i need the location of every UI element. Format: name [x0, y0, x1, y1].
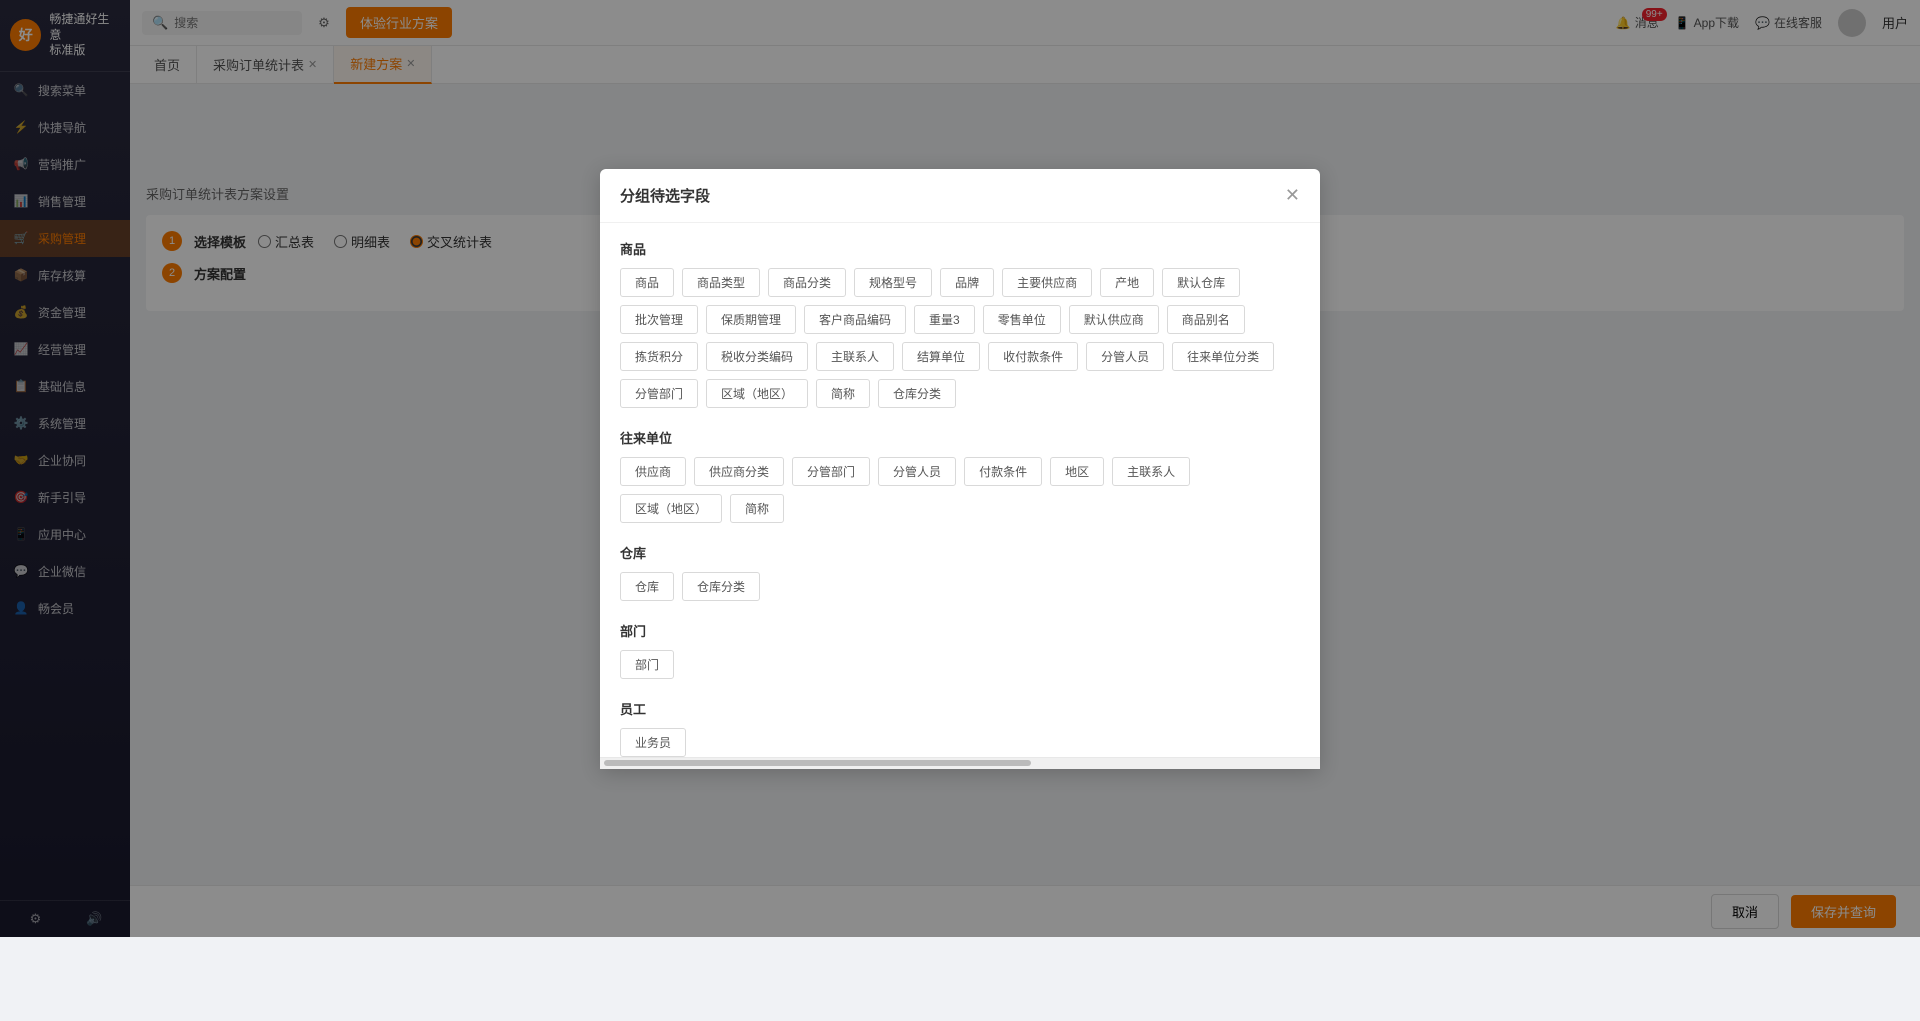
field-tag-分管人员[interactable]: 分管人员	[878, 457, 956, 486]
field-tag-业务员[interactable]: 业务员	[620, 728, 686, 757]
field-section-warehouse: 仓库仓库仓库分类	[620, 543, 1300, 601]
field-tag-分管人员[interactable]: 分管人员	[1086, 342, 1164, 371]
field-tag-往来单位分类[interactable]: 往来单位分类	[1172, 342, 1274, 371]
modal-header: 分组待选字段 ✕	[600, 169, 1320, 223]
field-tag-品牌[interactable]: 品牌	[940, 268, 994, 297]
field-tag-主联系人[interactable]: 主联系人	[1112, 457, 1190, 486]
field-tag-商品类型[interactable]: 商品类型	[682, 268, 760, 297]
field-tag-付款条件[interactable]: 付款条件	[964, 457, 1042, 486]
field-tag-简称[interactable]: 简称	[730, 494, 784, 523]
field-tags-warehouse: 仓库仓库分类	[620, 572, 1300, 601]
field-section-department: 部门部门	[620, 621, 1300, 679]
section-title-warehouse: 仓库	[620, 543, 1300, 562]
field-tag-默认仓库[interactable]: 默认仓库	[1162, 268, 1240, 297]
field-tag-供应商分类[interactable]: 供应商分类	[694, 457, 784, 486]
field-tags-partner: 供应商供应商分类分管部门分管人员付款条件地区主联系人区域（地区） 简称	[620, 457, 1300, 523]
field-tag-结算单位[interactable]: 结算单位	[902, 342, 980, 371]
field-tag-区域（地区）[interactable]: 区域（地区）	[620, 494, 722, 523]
modal-field-select: 分组待选字段 ✕ 商品商品商品类型商品分类规格型号品牌主要供应商产地默认仓库批次…	[600, 169, 1320, 769]
field-tag-主要供应商[interactable]: 主要供应商	[1002, 268, 1092, 297]
field-tag-部门[interactable]: 部门	[620, 650, 674, 679]
modal-title: 分组待选字段	[620, 185, 710, 206]
field-tag-保质期管理[interactable]: 保质期管理	[706, 305, 796, 334]
hscroll-thumb	[604, 760, 1031, 766]
field-tag-收付款条件[interactable]: 收付款条件	[988, 342, 1078, 371]
field-tag-仓库分类[interactable]: 仓库分类	[682, 572, 760, 601]
field-tags-employee: 业务员	[620, 728, 1300, 757]
field-tag-仓库分类[interactable]: 仓库分类	[878, 379, 956, 408]
field-tag-简称[interactable]: 简称	[816, 379, 870, 408]
field-tag-批次管理[interactable]: 批次管理	[620, 305, 698, 334]
field-tag-拣货积分[interactable]: 拣货积分	[620, 342, 698, 371]
field-tag-重量3[interactable]: 重量3	[914, 305, 975, 334]
field-tag-客户商品编码[interactable]: 客户商品编码	[804, 305, 906, 334]
field-tag-主联系人[interactable]: 主联系人	[816, 342, 894, 371]
field-section-goods: 商品商品商品类型商品分类规格型号品牌主要供应商产地默认仓库批次管理保质期管理客户…	[620, 239, 1300, 408]
field-section-employee: 员工业务员	[620, 699, 1300, 757]
field-tag-供应商[interactable]: 供应商	[620, 457, 686, 486]
field-tags-goods: 商品商品类型商品分类规格型号品牌主要供应商产地默认仓库批次管理保质期管理客户商品…	[620, 268, 1300, 408]
section-title-employee: 员工	[620, 699, 1300, 718]
field-section-partner: 往来单位供应商供应商分类分管部门分管人员付款条件地区主联系人区域（地区） 简称	[620, 428, 1300, 523]
field-tag-产地[interactable]: 产地	[1100, 268, 1154, 297]
section-title-goods: 商品	[620, 239, 1300, 258]
field-tag-默认供应商[interactable]: 默认供应商	[1069, 305, 1159, 334]
modal-body: 商品商品商品类型商品分类规格型号品牌主要供应商产地默认仓库批次管理保质期管理客户…	[600, 223, 1320, 757]
field-tag-税收分类编码[interactable]: 税收分类编码	[706, 342, 808, 371]
field-tag-地区[interactable]: 地区	[1050, 457, 1104, 486]
field-tag-区域（地区）[interactable]: 区域（地区）	[706, 379, 808, 408]
section-title-partner: 往来单位	[620, 428, 1300, 447]
field-tag-分管部门[interactable]: 分管部门	[792, 457, 870, 486]
field-tag-仓库[interactable]: 仓库	[620, 572, 674, 601]
modal-close-icon[interactable]: ✕	[1285, 185, 1300, 206]
section-title-department: 部门	[620, 621, 1300, 640]
field-tag-商品[interactable]: 商品	[620, 268, 674, 297]
field-tags-department: 部门	[620, 650, 1300, 679]
field-tag-分管部门[interactable]: 分管部门	[620, 379, 698, 408]
field-tag-规格型号[interactable]: 规格型号	[854, 268, 932, 297]
field-tag-商品分类[interactable]: 商品分类	[768, 268, 846, 297]
modal-hscroll	[600, 757, 1320, 769]
field-tag-零售单位[interactable]: 零售单位	[983, 305, 1061, 334]
field-tag-商品别名[interactable]: 商品别名	[1167, 305, 1245, 334]
